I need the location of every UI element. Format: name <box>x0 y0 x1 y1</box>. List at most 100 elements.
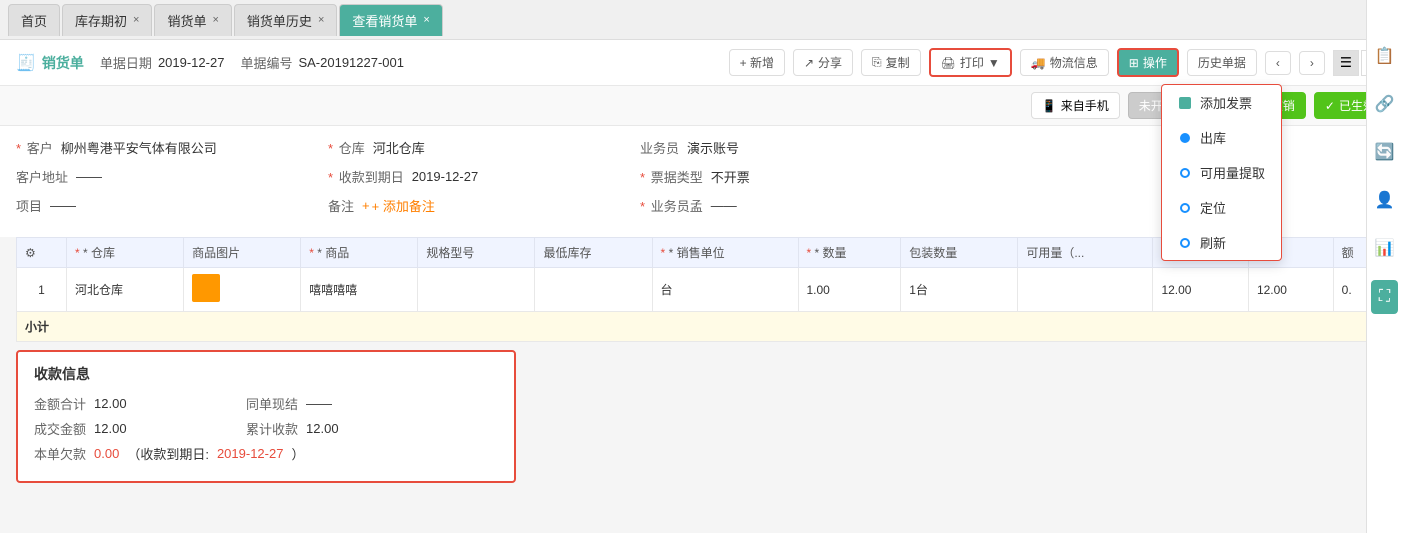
from-mobile-label: 来自手机 <box>1061 97 1109 114</box>
new-button-label: + 新增 <box>740 54 774 71</box>
row-warehouse: 河北仓库 <box>67 268 184 312</box>
sidebar-icon-6[interactable]: ⛶ <box>1371 280 1398 314</box>
sales-staff-value: —— <box>711 198 737 213</box>
cumulative-payment-item: 累计收款 12.00 <box>246 419 426 438</box>
history-button-label: 历史单据 <box>1198 54 1246 71</box>
operations-button[interactable]: ⊞ 操作 <box>1117 48 1179 77</box>
ticket-type-label: * 票据类型 <box>640 167 703 186</box>
row-current-stock: 12.00 <box>1153 268 1248 312</box>
doc-title-text: 销货单 <box>42 53 84 73</box>
add-invoice-icon <box>1178 96 1192 110</box>
row-spec <box>418 268 535 312</box>
logistics-button[interactable]: 🚚 物流信息 <box>1020 49 1109 76</box>
tab-home-label: 首页 <box>21 11 47 30</box>
locate-item[interactable]: 定位 <box>1162 190 1281 225</box>
tab-sales-history-close[interactable]: × <box>318 14 324 26</box>
table-body: 1 河北仓库 嘻嘻嘻嘻 台 1.00 1台 12.00 12.00 <box>17 268 1386 342</box>
list-view-button[interactable]: ☰ <box>1333 50 1359 76</box>
tab-sales-order[interactable]: 销货单 × <box>154 4 231 36</box>
this-order-owed-value: 0.00 <box>94 446 119 461</box>
copy-button[interactable]: ⎘ 复制 <box>861 49 921 76</box>
add-invoice-item[interactable]: 添加发票 <box>1162 85 1281 120</box>
note-add-button[interactable]: + + 添加备注 <box>362 196 435 215</box>
row-product-img <box>184 268 301 312</box>
new-button[interactable]: + 新增 <box>729 49 785 76</box>
same-order-settlement-label: 同单现结 <box>246 394 298 413</box>
tab-home[interactable]: 首页 <box>8 4 60 36</box>
tab-sales-history[interactable]: 销货单历史 × <box>234 4 337 36</box>
sidebar-icon-4[interactable]: 👤 <box>1369 184 1401 216</box>
operations-icon: ⊞ <box>1129 56 1139 70</box>
total-amount-value: 12.00 <box>94 396 127 411</box>
ticket-type-value: 不开票 <box>711 167 750 186</box>
doc-title: 🧾 销货单 <box>16 53 84 73</box>
available-qty-label: 可用量提取 <box>1200 163 1265 182</box>
project-field: 项目 —— <box>16 196 296 215</box>
project-value: —— <box>50 198 76 213</box>
nav-next-button[interactable]: › <box>1299 51 1325 75</box>
ticket-type-field: * 票据类型 不开票 <box>640 167 920 186</box>
doc-header: 🧾 销货单 单据日期 2019-12-27 单据编号 SA-20191227-0… <box>0 40 1402 86</box>
print-dropdown-arrow: ▼ <box>988 56 1000 70</box>
sidebar-icon-5[interactable]: 📊 <box>1369 232 1401 264</box>
summary-box: 收款信息 金额合计 12.00 同单现结 —— 成交金额 12.00 累计收款 <box>16 350 516 483</box>
summary-row-2: 成交金额 12.00 累计收款 12.00 <box>34 419 498 438</box>
nav-prev-button[interactable]: ‹ <box>1265 51 1291 75</box>
outbound-icon <box>1178 131 1192 145</box>
col-spec: 规格型号 <box>418 238 535 268</box>
cumulative-payment-value: 12.00 <box>306 421 339 436</box>
sidebar-icon-1[interactable]: 📋 <box>1369 40 1401 72</box>
operations-button-label: 操作 <box>1143 54 1167 71</box>
transaction-amount-value: 12.00 <box>94 421 127 436</box>
tab-inventory-init-close[interactable]: × <box>133 14 139 26</box>
effective-icon: ✓ <box>1325 99 1335 113</box>
warehouse-label: * 仓库 <box>328 138 365 157</box>
refresh-icon <box>1178 236 1192 250</box>
staff-label: 业务员 <box>640 138 679 157</box>
refresh-item[interactable]: 刷新 <box>1162 225 1281 260</box>
doc-date-value: 2019-12-27 <box>158 55 225 70</box>
summary-row-1: 金额合计 12.00 同单现结 —— <box>34 394 498 413</box>
note-add-label: + 添加备注 <box>372 196 435 215</box>
gear-icon[interactable]: ⚙ <box>25 246 36 260</box>
available-qty-item[interactable]: 可用量提取 <box>1162 155 1281 190</box>
transaction-amount-item: 成交金额 12.00 <box>34 419 214 438</box>
col-warehouse: * * 仓库 <box>67 238 184 268</box>
outbound-item[interactable]: 出库 <box>1162 120 1281 155</box>
add-note-icon: + <box>362 198 370 213</box>
tab-check-sales-close[interactable]: × <box>423 14 429 26</box>
tab-inventory-init[interactable]: 库存期初 × <box>62 4 152 36</box>
note-label: 备注 <box>328 196 354 215</box>
doc-number-value: SA-20191227-001 <box>298 55 404 70</box>
warehouse-value: 河北仓库 <box>373 138 425 157</box>
table-row: 1 河北仓库 嘻嘻嘻嘻 台 1.00 1台 12.00 12.00 <box>17 268 1386 312</box>
add-invoice-label: 添加发票 <box>1200 93 1252 112</box>
from-mobile-button[interactable]: 📱 来自手机 <box>1031 92 1120 119</box>
cumulative-payment-label: 累计收款 <box>246 419 298 438</box>
address-value: —— <box>76 169 102 184</box>
sidebar-icon-2[interactable]: 🔗 <box>1369 88 1401 120</box>
share-button-label: 分享 <box>818 54 842 71</box>
customer-label: * 客户 <box>16 138 53 157</box>
same-order-settlement-value: —— <box>306 396 332 411</box>
payment-date-value: 2019-12-27 <box>412 169 479 184</box>
tab-sales-order-close[interactable]: × <box>212 14 218 26</box>
doc-actions: + 新增 ↗ 分享 ⎘ 复制 🖨 打印 ▼ 🚚 物流信息 <box>729 48 1386 77</box>
print-button[interactable]: 🖨 打印 ▼ <box>929 48 1012 77</box>
print-button-label: 打印 <box>960 54 984 71</box>
logistics-icon: 🚚 <box>1031 56 1046 70</box>
row-quantity: 1.00 <box>798 268 901 312</box>
customer-value: 柳州粤港平安气体有限公司 <box>61 138 217 157</box>
address-field: 客户地址 —— <box>16 167 296 186</box>
logistics-button-label: 物流信息 <box>1050 54 1098 71</box>
copy-icon: ⎘ <box>872 55 882 70</box>
sidebar-icon-3[interactable]: 🔄 <box>1369 136 1401 168</box>
copy-button-label: 复制 <box>886 54 910 71</box>
share-button[interactable]: ↗ 分享 <box>793 49 853 76</box>
tab-check-sales[interactable]: 查看销货单 × <box>339 4 442 36</box>
col-product: * * 商品 <box>301 238 418 268</box>
total-amount-label: 金额合计 <box>34 394 86 413</box>
history-button[interactable]: 历史单据 <box>1187 49 1257 76</box>
this-order-owed-label: 本单欠款 <box>34 444 86 463</box>
locate-icon <box>1178 201 1192 215</box>
